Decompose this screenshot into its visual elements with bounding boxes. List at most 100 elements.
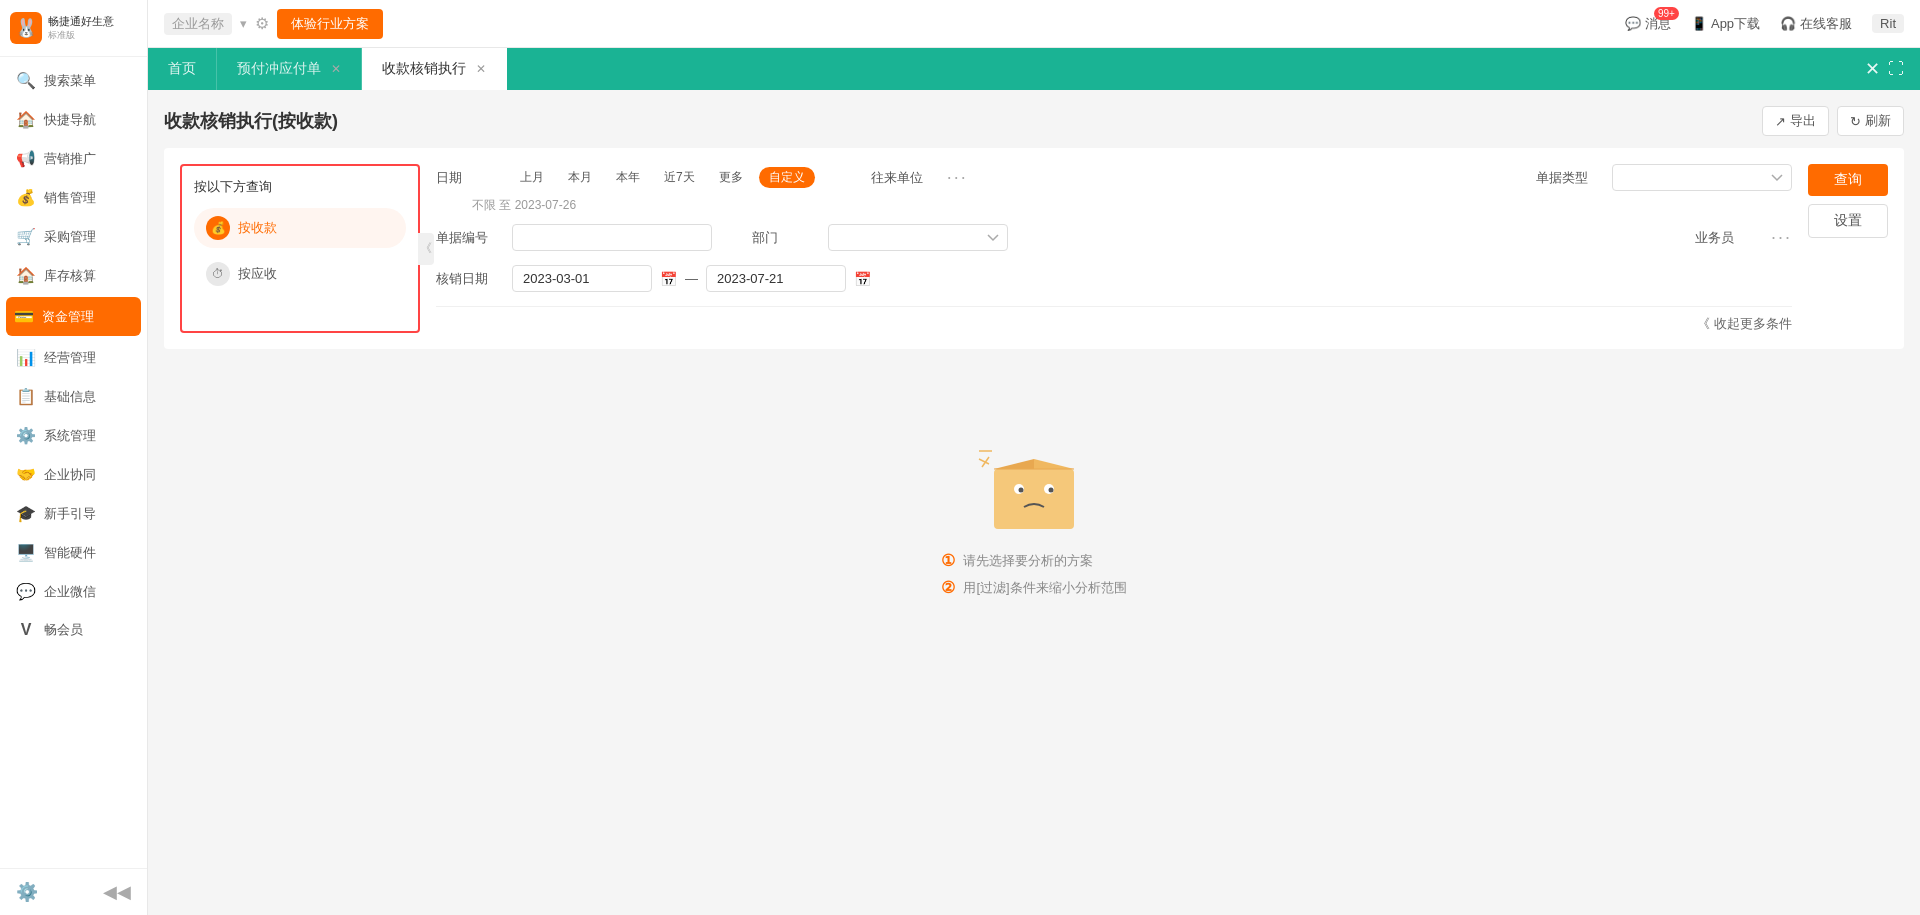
partner-label: 往来单位 [871, 169, 931, 187]
sidebar-item-marketing[interactable]: 📢 营销推广 [0, 139, 147, 178]
date-group: 上月 本月 本年 近7天 更多 自定义 [512, 167, 815, 188]
message-badge: 99+ [1654, 7, 1679, 20]
sidebar-item-system[interactable]: ⚙️ 系统管理 [0, 416, 147, 455]
sidebar-item-label: 采购管理 [44, 228, 96, 246]
solution-button[interactable]: 体验行业方案 [277, 9, 383, 39]
date-btn-last-month[interactable]: 上月 [512, 167, 552, 188]
empty-text: ① 请先选择要分析的方案 ② 用[过滤]条件来缩小分析范围 [941, 551, 1126, 597]
sidebar-item-label: 畅会员 [44, 621, 83, 639]
empty-hint-2: ② 用[过滤]条件来缩小分析范围 [941, 578, 1126, 597]
filter-form: 日期 上月 本月 本年 近7天 更多 自定义 往来单位 [436, 164, 1792, 333]
receipt-option-icon: 💰 [206, 216, 230, 240]
voucher-type-label: 单据类型 [1536, 169, 1596, 187]
tab-receipt[interactable]: 收款核销执行 ✕ [362, 48, 507, 90]
verify-date-start[interactable] [512, 265, 652, 292]
tabbar-expand-icon[interactable]: ⛶ [1888, 60, 1904, 78]
tab-home[interactable]: 首页 [148, 48, 217, 90]
sidebar-item-enterprise[interactable]: 🤝 企业协同 [0, 455, 147, 494]
date-separator: — [685, 271, 698, 286]
dept-select[interactable] [828, 224, 1008, 251]
logo-area: 🐰 畅捷通好生意 标准版 [0, 0, 147, 57]
sidebar-item-search[interactable]: 🔍 搜索菜单 [0, 61, 147, 100]
tabbar-close-icon[interactable]: ✕ [1865, 58, 1880, 80]
voucher-input[interactable] [512, 224, 712, 251]
topbar-left: 企业名称 ▾ ⚙ 体验行业方案 [164, 9, 383, 39]
sidebar-item-member[interactable]: V 畅会员 [0, 611, 147, 649]
marketing-icon: 📢 [16, 149, 36, 168]
service-label: 在线客服 [1800, 15, 1852, 33]
topbar-chevron-icon[interactable]: ▾ [240, 16, 247, 31]
sidebar-item-basic[interactable]: 📋 基础信息 [0, 377, 147, 416]
filter-type-title: 按以下方查询 [194, 178, 406, 196]
sidebar-item-purchase[interactable]: 🛒 采购管理 [0, 217, 147, 256]
verify-date-label: 核销日期 [436, 270, 496, 288]
partner-dots[interactable]: ··· [947, 167, 968, 188]
sidebar-item-guide[interactable]: 🎓 新手引导 [0, 494, 147, 533]
app-download-button[interactable]: 📱 App下载 [1691, 15, 1760, 33]
more-conditions-label: 收起更多条件 [1714, 315, 1792, 333]
calendar-start-icon[interactable]: 📅 [660, 271, 677, 287]
filter-option-receipt[interactable]: 💰 按收款 [194, 208, 406, 248]
date-tag-custom[interactable]: 自定义 [759, 167, 815, 188]
filter-collapse-button[interactable]: 《 [418, 233, 434, 265]
system-icon: ⚙️ [16, 426, 36, 445]
empty-svg [974, 429, 1094, 539]
empty-illustration [974, 429, 1094, 539]
sidebar-item-operation[interactable]: 📊 经营管理 [0, 338, 147, 377]
tab-prepay-label: 预付冲应付单 [237, 60, 321, 78]
sidebar-item-inventory[interactable]: 🏠 库存核算 [0, 256, 147, 295]
export-icon: ↗ [1775, 114, 1786, 129]
more-conditions-area: 《 收起更多条件 [436, 306, 1792, 333]
filter-main: 日期 上月 本月 本年 近7天 更多 自定义 往来单位 [436, 164, 1888, 333]
collapse-sidebar-icon[interactable]: ◀◀ [103, 881, 131, 903]
sidebar-item-label: 智能硬件 [44, 544, 96, 562]
sidebar-item-sales[interactable]: 💰 销售管理 [0, 178, 147, 217]
app-download-label: App下载 [1711, 15, 1760, 33]
more-conditions-button[interactable]: 《 收起更多条件 [1697, 315, 1792, 333]
staff-dots[interactable]: ··· [1771, 227, 1792, 248]
calendar-end-icon[interactable]: 📅 [854, 271, 871, 287]
message-button[interactable]: 💬 消息 99+ [1625, 15, 1671, 33]
search-icon: 🔍 [16, 71, 36, 90]
filter-type-selector: 按以下方查询 💰 按收款 ⏱ 按应收 《 [180, 164, 420, 333]
hardware-icon: 🖥️ [16, 543, 36, 562]
topbar-gear-icon[interactable]: ⚙ [255, 14, 269, 33]
sales-icon: 💰 [16, 188, 36, 207]
sidebar-item-label: 库存核算 [44, 267, 96, 285]
sidebar-item-finance[interactable]: 💳 资金管理 [6, 297, 141, 336]
user-info[interactable]: Rit [1872, 14, 1904, 33]
tab-prepay-close-icon[interactable]: ✕ [331, 62, 341, 76]
message-icon: 💬 [1625, 16, 1641, 31]
tabbar: 首页 预付冲应付单 ✕ 收款核销执行 ✕ ✕ ⛶ [148, 48, 1920, 90]
sidebar: 🐰 畅捷通好生意 标准版 🔍 搜索菜单 🏠 快捷导航 📢 营销推广 💰 销售管理… [0, 0, 148, 915]
topbar-right: 💬 消息 99+ 📱 App下载 🎧 在线客服 Rit [1625, 14, 1904, 33]
date-btn-this-year[interactable]: 本年 [608, 167, 648, 188]
quick-icon: 🏠 [16, 110, 36, 129]
sidebar-item-quick[interactable]: 🏠 快捷导航 [0, 100, 147, 139]
query-button[interactable]: 查询 [1808, 164, 1888, 196]
date-btn-more[interactable]: 更多 [711, 167, 751, 188]
date-btn-this-month[interactable]: 本月 [560, 167, 600, 188]
setting-button[interactable]: 设置 [1808, 204, 1888, 238]
tab-receipt-close-icon[interactable]: ✕ [476, 62, 486, 76]
refresh-button[interactable]: ↻ 刷新 [1837, 106, 1904, 136]
app-icon: 📱 [1691, 16, 1707, 31]
sidebar-item-wechat[interactable]: 💬 企业微信 [0, 572, 147, 611]
export-button[interactable]: ↗ 导出 [1762, 106, 1829, 136]
verify-date-end[interactable] [706, 265, 846, 292]
enterprise-icon: 🤝 [16, 465, 36, 484]
finance-icon: 💳 [14, 307, 34, 326]
empty-hint-2-text: 用[过滤]条件来缩小分析范围 [963, 579, 1126, 597]
sidebar-item-hardware[interactable]: 🖥️ 智能硬件 [0, 533, 147, 572]
settings-bottom-icon[interactable]: ⚙️ [16, 881, 38, 903]
filter-option-receivable[interactable]: ⏱ 按应收 [194, 254, 406, 294]
export-label: 导出 [1790, 112, 1816, 130]
svg-point-5 [1049, 488, 1054, 493]
inventory-icon: 🏠 [16, 266, 36, 285]
voucher-type-select[interactable] [1612, 164, 1792, 191]
date-btn-7days[interactable]: 近7天 [656, 167, 703, 188]
tabbar-right: ✕ ⛶ [1865, 58, 1920, 80]
tab-prepay[interactable]: 预付冲应付单 ✕ [217, 48, 362, 90]
online-service-button[interactable]: 🎧 在线客服 [1780, 15, 1852, 33]
operation-icon: 📊 [16, 348, 36, 367]
